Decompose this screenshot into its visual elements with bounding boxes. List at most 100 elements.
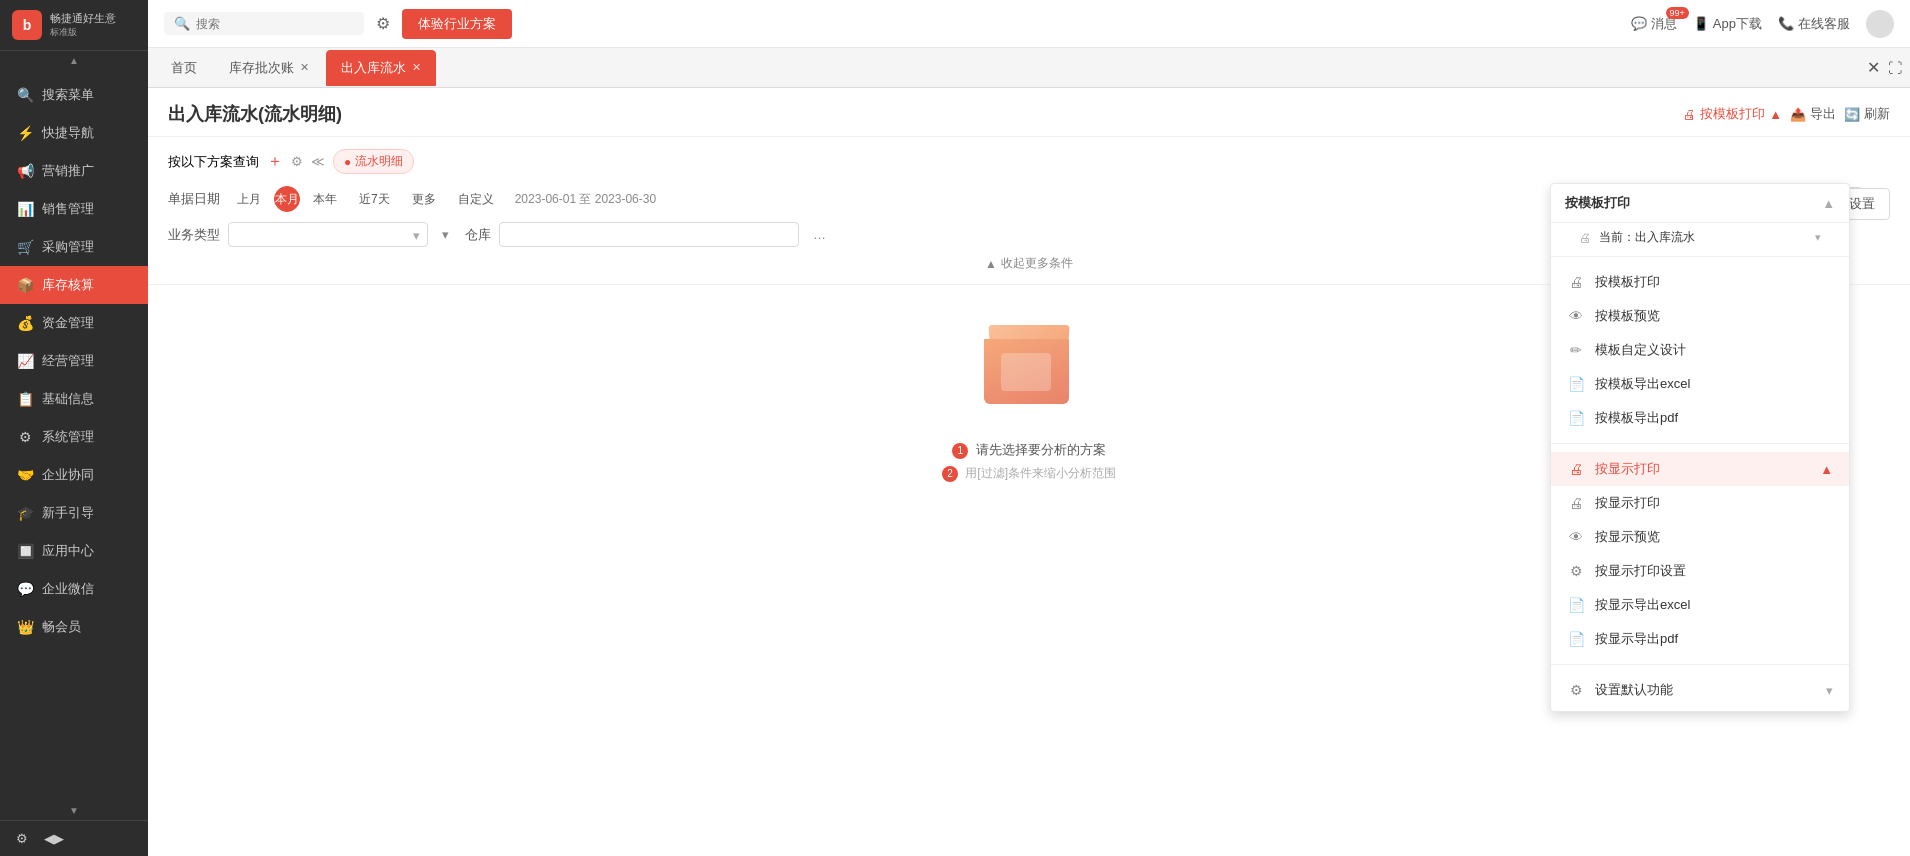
- sidebar-item-search-menu[interactable]: 🔍 搜索菜单: [0, 76, 148, 114]
- logo-text: 畅捷通好生意: [50, 11, 116, 25]
- date-this-year[interactable]: 本年: [304, 187, 346, 212]
- sidebar-scroll-down[interactable]: ▼: [0, 801, 148, 820]
- filter-add-btn[interactable]: ＋: [267, 151, 283, 172]
- date-this-month[interactable]: 本月: [274, 186, 300, 212]
- sidebar-item-member[interactable]: 👑 畅会员: [0, 608, 148, 646]
- dropdown-item-template-print[interactable]: 🖨 按模板打印: [1551, 265, 1849, 299]
- tab-inout-flow-label: 出入库流水: [341, 59, 406, 77]
- dropdown-item-label: 按模板导出pdf: [1595, 409, 1678, 427]
- dropdown-item-template-customize[interactable]: ✏ 模板自定义设计: [1551, 333, 1849, 367]
- tab-close-all-icon[interactable]: ✕: [1867, 58, 1880, 77]
- page-header-right: 🖨 按模板打印 ▲ 📤 导出 🔄 刷新: [1683, 105, 1890, 123]
- empty-state: 1 请先选择要分析的方案 2 用[过滤]条件来缩小分析范围: [942, 325, 1116, 482]
- dropdown-item-display-pdf[interactable]: 📄 按显示导出pdf: [1551, 622, 1849, 656]
- trial-btn[interactable]: 体验行业方案: [402, 9, 512, 39]
- display-excel-icon: 📄: [1567, 597, 1585, 613]
- sidebar-item-sales[interactable]: 📊 销售管理: [0, 190, 148, 228]
- dropdown-item-display-excel[interactable]: 📄 按显示导出excel: [1551, 588, 1849, 622]
- dropdown-item-display-group-header[interactable]: 🖨 按显示打印 ▲: [1551, 452, 1849, 486]
- filter-date-item: 单据日期 上月 本月 本年 近7天 更多 自定义 2023-06-01 至 20…: [168, 186, 656, 212]
- page-title: 出入库流水(流水明细): [168, 102, 342, 126]
- display-preview-icon: 👁: [1567, 529, 1585, 545]
- dropdown-item-display-print-settings[interactable]: ⚙ 按显示打印设置: [1551, 554, 1849, 588]
- tab-inout-flow[interactable]: 出入库流水 ✕: [326, 50, 436, 86]
- sidebar-item-guide[interactable]: 🎓 新手引导: [0, 494, 148, 532]
- filter-label: 按以下方案查询: [168, 153, 259, 171]
- purchase-icon: 🛒: [16, 239, 34, 255]
- export-btn[interactable]: 📤 导出: [1790, 105, 1836, 123]
- search-input[interactable]: [196, 17, 336, 31]
- date-7days[interactable]: 近7天: [350, 187, 399, 212]
- date-more[interactable]: 更多: [403, 187, 445, 212]
- date-custom[interactable]: 自定义: [449, 187, 503, 212]
- template-print-btn[interactable]: 🖨 按模板打印 ▲: [1683, 105, 1782, 123]
- message-btn[interactable]: 💬 消息 99+: [1631, 15, 1677, 33]
- dropdown-item-template-pdf[interactable]: 📄 按模板导出pdf: [1551, 401, 1849, 435]
- dropdown-item-template-excel[interactable]: 📄 按模板导出excel: [1551, 367, 1849, 401]
- dropdown-item-label: 按显示打印: [1595, 494, 1660, 512]
- user-avatar[interactable]: [1866, 10, 1894, 38]
- business-more-btn[interactable]: ▾: [442, 227, 449, 242]
- template-print-chevron: ▲: [1769, 107, 1782, 122]
- sidebar-item-quick-nav[interactable]: ⚡ 快捷导航: [0, 114, 148, 152]
- sidebar-item-label: 企业协同: [42, 466, 94, 484]
- online-service-btn[interactable]: 📞 在线客服: [1778, 15, 1850, 33]
- filter-tag-label: 流水明细: [355, 153, 403, 170]
- dropdown-item-display-preview[interactable]: 👁 按显示预览: [1551, 520, 1849, 554]
- tab-expand-icon[interactable]: ⛶: [1888, 60, 1902, 76]
- tab-home[interactable]: 首页: [156, 50, 212, 86]
- refresh-btn[interactable]: 🔄 刷新: [1844, 105, 1890, 123]
- sidebar-item-finance[interactable]: 💰 资金管理: [0, 304, 148, 342]
- business-select[interactable]: [228, 222, 428, 247]
- dropdown-item-set-default[interactable]: ⚙ 设置默认功能 ▾: [1551, 673, 1849, 707]
- sidebar-item-system[interactable]: ⚙ 系统管理: [0, 418, 148, 456]
- current-arrow: ▾: [1815, 231, 1821, 244]
- tab-inventory-batch[interactable]: 库存批次账 ✕: [214, 50, 324, 86]
- sidebar-item-operations[interactable]: 📈 经营管理: [0, 342, 148, 380]
- settings-footer-icon[interactable]: ⚙: [16, 831, 28, 846]
- warehouse-field: 仓库 …: [465, 222, 826, 247]
- template-pdf-icon: 📄: [1567, 410, 1585, 426]
- sidebar-item-purchase[interactable]: 🛒 采购管理: [0, 228, 148, 266]
- tab-inout-flow-close[interactable]: ✕: [412, 61, 421, 74]
- sidebar-item-app-center[interactable]: 🔲 应用中心: [0, 532, 148, 570]
- dropdown-item-display-print[interactable]: 🖨 按显示打印: [1551, 486, 1849, 520]
- dropdown-collapse-icon[interactable]: ▲: [1822, 196, 1835, 211]
- business-select-wrapper: [228, 222, 428, 247]
- message-badge: 99+: [1666, 7, 1689, 19]
- tab-inventory-batch-label: 库存批次账: [229, 59, 294, 77]
- dropdown-item-label: 按显示导出excel: [1595, 596, 1690, 614]
- date-options: 上月 本月 本年 近7天 更多 自定义: [228, 186, 503, 212]
- search-menu-icon: 🔍: [16, 87, 34, 103]
- app-download-btn[interactable]: 📱 App下载: [1693, 15, 1762, 33]
- display-settings-icon: ⚙: [1567, 563, 1585, 579]
- date-last-month[interactable]: 上月: [228, 187, 270, 212]
- set-default-icon: ⚙: [1567, 682, 1585, 698]
- dropdown-item-template-preview[interactable]: 👁 按模板预览: [1551, 299, 1849, 333]
- sidebar-item-label: 搜索菜单: [42, 86, 94, 104]
- date-range: 2023-06-01 至 2023-06-30: [515, 191, 656, 208]
- sidebar-item-label: 库存核算: [42, 276, 94, 294]
- header-gear-icon[interactable]: ⚙: [376, 14, 390, 33]
- dropdown-header: 按模板打印 ▲: [1551, 184, 1849, 223]
- tab-inventory-batch-close[interactable]: ✕: [300, 61, 309, 74]
- collapse-btn[interactable]: ▲ 收起更多条件: [985, 255, 1073, 272]
- template-print-dropdown: 按模板打印 ▲ 🖨 当前：出入库流水 ▾ 🖨 按模板打印 👁 按模板预览: [1550, 183, 1850, 712]
- warehouse-more-btn[interactable]: …: [813, 227, 826, 242]
- filter-collapse-icon[interactable]: ≪: [311, 154, 325, 169]
- sidebar-scroll-up[interactable]: ▲: [0, 51, 148, 70]
- tab-home-label: 首页: [171, 59, 197, 77]
- empty-hint-1: 1 请先选择要分析的方案: [942, 441, 1116, 459]
- display-print-icon: 🖨: [1567, 495, 1585, 511]
- sidebar-item-inventory[interactable]: 📦 库存核算: [0, 266, 148, 304]
- top-header: 🔍 ⚙ 体验行业方案 💬 消息 99+ 📱 App下载 📞 在线客服: [148, 0, 1910, 48]
- sidebar-item-marketing[interactable]: 📢 营销推广: [0, 152, 148, 190]
- sidebar-item-enterprise[interactable]: 🤝 企业协同: [0, 456, 148, 494]
- sidebar-item-basics[interactable]: 📋 基础信息: [0, 380, 148, 418]
- filter-settings-icon[interactable]: ⚙: [291, 154, 303, 169]
- warehouse-input[interactable]: [499, 222, 799, 247]
- template-preview-icon: 👁: [1567, 308, 1585, 324]
- sidebar-item-wechat[interactable]: 💬 企业微信: [0, 570, 148, 608]
- dropdown-item-label: 按显示打印设置: [1595, 562, 1686, 580]
- toggle-sidebar-icon[interactable]: ◀▶: [44, 831, 64, 846]
